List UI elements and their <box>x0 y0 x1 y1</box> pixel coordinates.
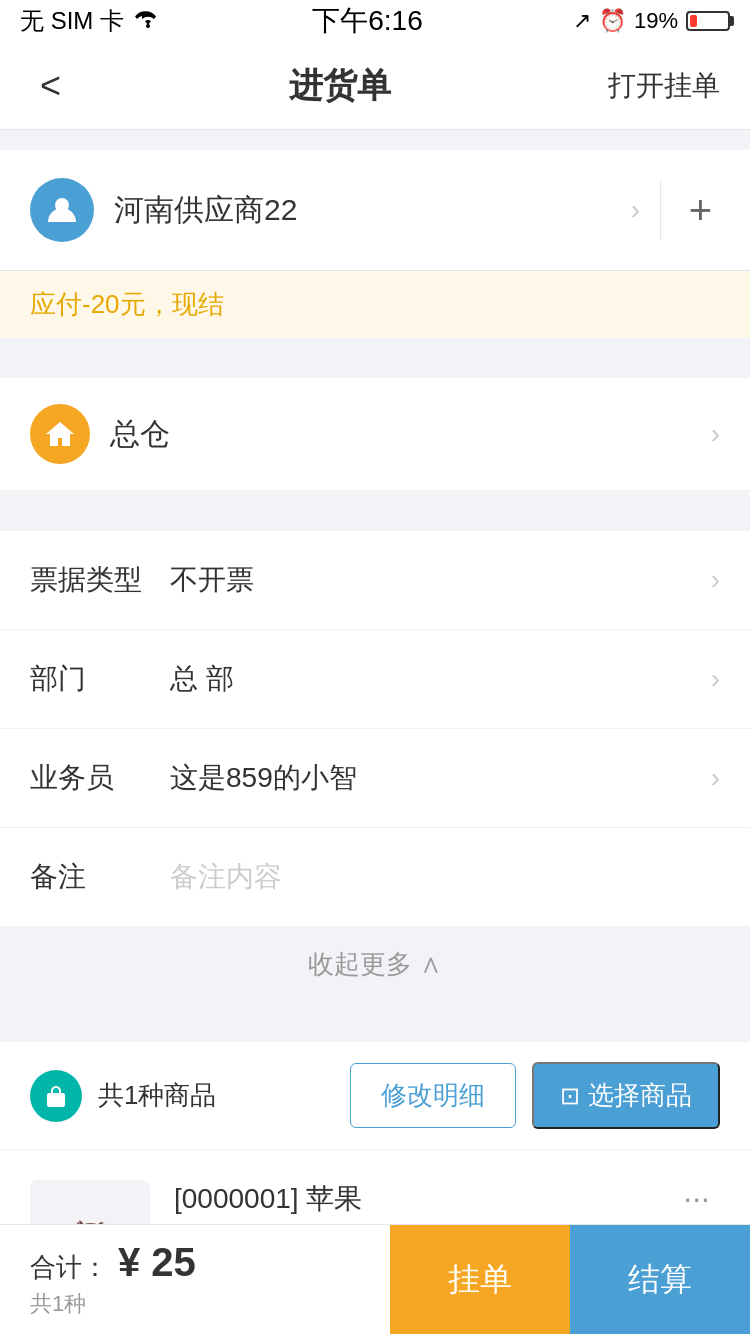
invoice-type-value: 不开票 <box>170 561 711 599</box>
notice-bar: 应付-20元，现结 <box>0 271 750 338</box>
warehouse-chevron-icon: › <box>711 418 720 450</box>
invoice-type-label: 票据类型 <box>30 561 150 599</box>
svg-rect-1 <box>47 1093 65 1107</box>
back-button[interactable]: < <box>30 55 71 117</box>
status-bar: 无 SIM 卡 下午6:16 ↗ ⏰ 19% <box>0 0 750 42</box>
supplier-row[interactable]: 河南供应商22 › <box>30 150 660 270</box>
open-pending-button[interactable]: 打开挂单 <box>608 67 720 105</box>
status-left: 无 SIM 卡 <box>20 5 162 37</box>
divider-2 <box>0 338 750 358</box>
salesperson-chevron-icon: › <box>711 762 720 794</box>
supplier-name: 河南供应商22 <box>114 190 631 231</box>
salesperson-value: 这是859的小智 <box>170 759 711 797</box>
product-more-button[interactable]: ··· <box>673 1180 720 1217</box>
product-count-label: 共1种商品 <box>98 1078 350 1113</box>
product-name: [0000001] 苹果 <box>174 1180 673 1218</box>
salesperson-label: 业务员 <box>30 759 150 797</box>
pending-button[interactable]: 挂单 <box>390 1225 570 1335</box>
collapse-label: 收起更多 ∧ <box>308 947 441 982</box>
total-label: 合计： <box>30 1250 108 1285</box>
warehouse-name: 总仓 <box>110 414 711 455</box>
footer: 合计： ¥ 25 共1种 挂单 结算 <box>0 1224 750 1334</box>
settle-button[interactable]: 结算 <box>570 1225 750 1335</box>
remark-row[interactable]: 备注 备注内容 <box>0 828 750 927</box>
total-amount: ¥ 25 <box>118 1240 196 1285</box>
person-icon <box>44 192 80 228</box>
remark-placeholder: 备注内容 <box>170 858 720 896</box>
product-icon <box>30 1070 82 1122</box>
select-product-label: 选择商品 <box>588 1078 692 1113</box>
select-product-button[interactable]: ⊡ 选择商品 <box>532 1062 720 1129</box>
location-icon: ↗ <box>573 8 591 34</box>
wifi-icon <box>134 7 162 35</box>
total-sub: 共1种 <box>30 1289 360 1319</box>
page-title: 进货单 <box>289 63 391 109</box>
select-product-icon: ⊡ <box>560 1082 580 1110</box>
status-time: 下午6:16 <box>312 2 423 40</box>
form-section: 票据类型 不开票 › 部门 总 部 › 业务员 这是859的小智 › 备注 备注… <box>0 531 750 927</box>
invoice-type-row[interactable]: 票据类型 不开票 › <box>0 531 750 630</box>
supplier-section: 河南供应商22 › + <box>0 150 750 271</box>
salesperson-row[interactable]: 业务员 这是859的小智 › <box>0 729 750 828</box>
invoice-chevron-icon: › <box>711 564 720 596</box>
department-chevron-icon: › <box>711 663 720 695</box>
product-header: 共1种商品 修改明细 ⊡ 选择商品 <box>0 1042 750 1150</box>
collapse-row[interactable]: 收起更多 ∧ <box>0 927 750 1002</box>
alarm-icon: ⏰ <box>599 8 626 34</box>
footer-total: 合计： ¥ 25 共1种 <box>0 1240 390 1319</box>
nav-bar: < 进货单 打开挂单 <box>0 42 750 130</box>
carrier-label: 无 SIM 卡 <box>20 5 124 37</box>
department-value: 总 部 <box>170 660 711 698</box>
footer-total-row: 合计： ¥ 25 <box>30 1240 360 1285</box>
supplier-add-button[interactable]: + <box>660 180 720 240</box>
remark-label: 备注 <box>30 858 150 896</box>
warehouse-icon <box>30 404 90 464</box>
status-right: ↗ ⏰ 19% <box>573 8 730 34</box>
home-icon <box>44 418 76 450</box>
notice-text: 应付-20元，现结 <box>30 289 224 319</box>
divider-1 <box>0 130 750 150</box>
department-row[interactable]: 部门 总 部 › <box>0 630 750 729</box>
bag-icon <box>41 1081 71 1111</box>
supplier-avatar <box>30 178 94 242</box>
chevron-right-icon: › <box>631 194 640 226</box>
department-label: 部门 <box>30 660 150 698</box>
product-title: 苹果 <box>306 1183 362 1214</box>
divider-4 <box>0 1002 750 1022</box>
warehouse-row[interactable]: 总仓 › <box>0 378 750 491</box>
battery-percent: 19% <box>634 8 678 34</box>
product-code: [0000001] <box>174 1183 299 1214</box>
warehouse-section: 总仓 › <box>0 378 750 491</box>
divider-3 <box>0 491 750 511</box>
modify-detail-button[interactable]: 修改明细 <box>350 1063 516 1128</box>
battery-icon <box>686 11 730 31</box>
